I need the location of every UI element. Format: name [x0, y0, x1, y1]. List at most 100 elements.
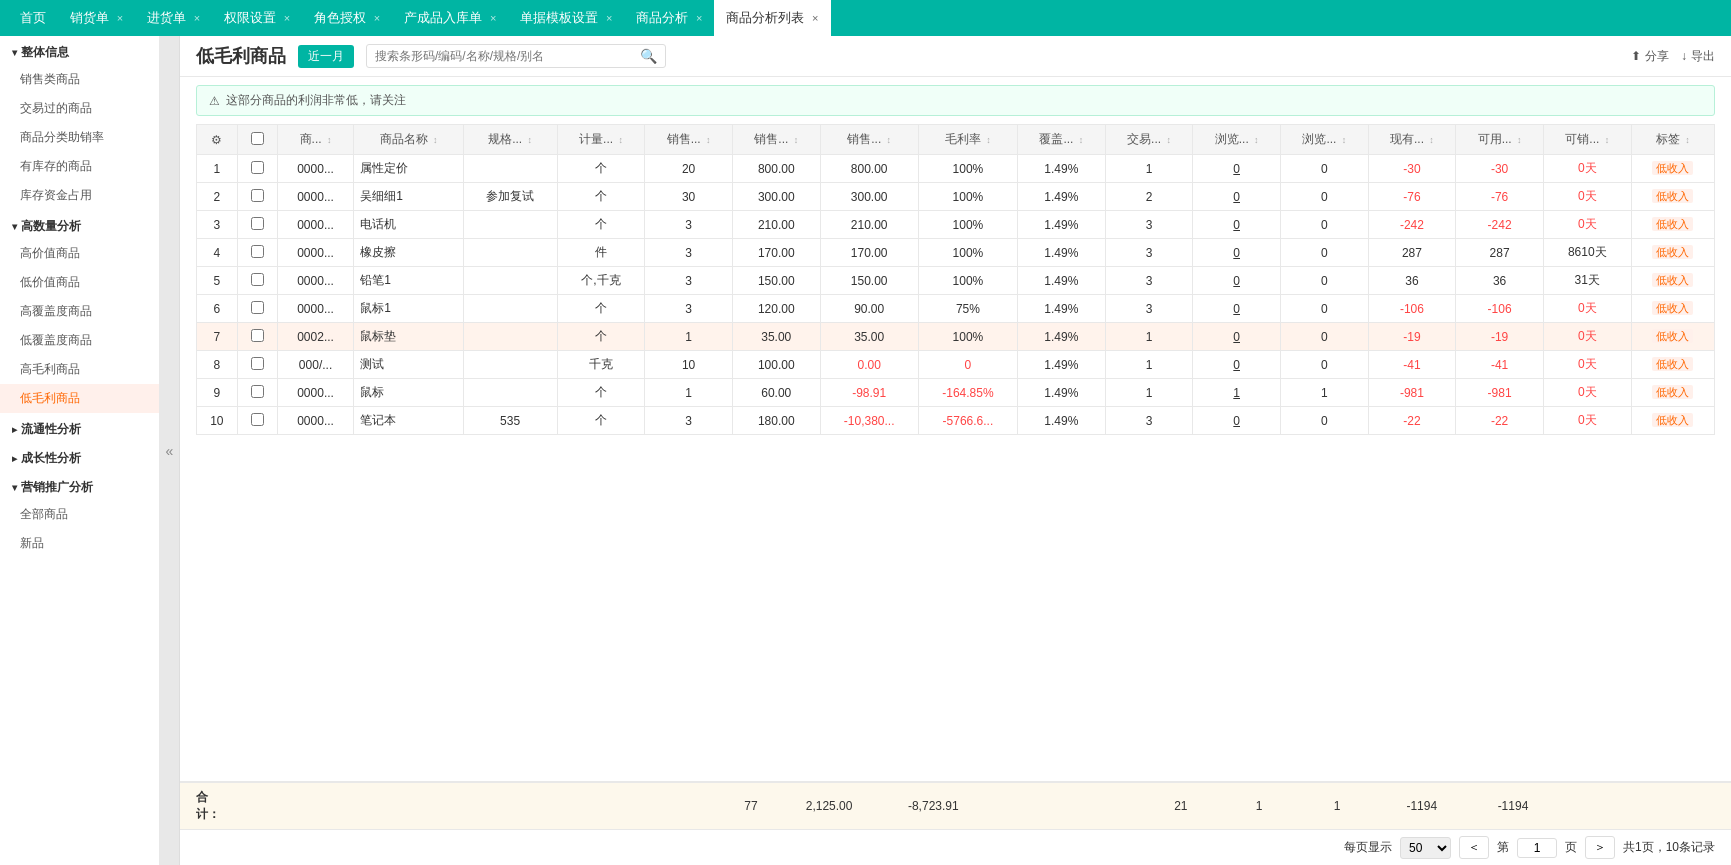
nav-item-permissions[interactable]: 权限设置 × — [212, 0, 302, 36]
page-size-select[interactable]: 50 100 200 — [1400, 837, 1451, 859]
cell-browse1[interactable]: 1 — [1193, 379, 1281, 407]
col-sellable[interactable]: 可销... ↕ — [1543, 125, 1631, 155]
row-checkbox[interactable] — [251, 385, 264, 398]
cell-checkbox[interactable] — [237, 239, 277, 267]
close-icon[interactable]: × — [812, 12, 818, 24]
sidebar-group-circulation[interactable]: ▸ 流通性分析 — [0, 413, 159, 442]
sidebar-group-overall[interactable]: ▾ 整体信息 — [0, 36, 159, 65]
nav-item-roles[interactable]: 角色授权 × — [302, 0, 392, 36]
page-number-input[interactable] — [1517, 838, 1557, 858]
cell-current-stock: -981 — [1368, 379, 1456, 407]
col-gross-margin[interactable]: 毛利率 ↕ — [918, 125, 1017, 155]
sidebar-item-in-stock[interactable]: 有库存的商品 — [0, 152, 159, 181]
col-spec[interactable]: 规格... ↕ — [463, 125, 557, 155]
cell-checkbox[interactable] — [237, 379, 277, 407]
col-current-stock[interactable]: 现有... ↕ — [1368, 125, 1456, 155]
row-checkbox[interactable] — [251, 357, 264, 370]
cell-browse1[interactable]: 0 — [1193, 267, 1281, 295]
page-label: 第 — [1497, 839, 1509, 856]
cell-browse1[interactable]: 0 — [1193, 295, 1281, 323]
nav-item-analysis-list[interactable]: 商品分析列表 × — [714, 0, 830, 36]
nav-item-purchase[interactable]: 进货单 × — [135, 0, 212, 36]
row-checkbox[interactable] — [251, 217, 264, 230]
sidebar-item-low-margin[interactable]: 低毛利商品 — [0, 384, 159, 413]
sidebar-item-high-coverage[interactable]: 高覆盖度商品 — [0, 297, 159, 326]
row-checkbox[interactable] — [251, 245, 264, 258]
cell-browse1[interactable]: 0 — [1193, 239, 1281, 267]
cell-checkbox[interactable] — [237, 323, 277, 351]
cell-sales-profit: 35.00 — [820, 323, 918, 351]
row-checkbox[interactable] — [251, 189, 264, 202]
col-sales-profit[interactable]: 销售... ↕ — [820, 125, 918, 155]
row-checkbox[interactable] — [251, 413, 264, 426]
sidebar-item-low-value[interactable]: 低价值商品 — [0, 268, 159, 297]
table-row: 5 0000... 铅笔1 个,千克 3 150.00 150.00 100% … — [197, 267, 1715, 295]
sidebar-group-growth[interactable]: ▸ 成长性分析 — [0, 442, 159, 471]
sidebar-item-new-products[interactable]: 新品 — [0, 529, 159, 558]
nav-item-home[interactable]: 首页 — [8, 0, 58, 36]
period-button[interactable]: 近一月 — [298, 45, 354, 68]
search-input[interactable] — [375, 49, 636, 63]
share-button[interactable]: ⬆ 分享 — [1631, 48, 1669, 65]
search-icon[interactable]: 🔍 — [640, 48, 657, 64]
nav-item-products[interactable]: 产成品入库单 × — [392, 0, 508, 36]
col-browse1[interactable]: 浏览... ↕ — [1193, 125, 1281, 155]
close-icon[interactable]: × — [374, 12, 380, 24]
cell-browse1[interactable]: 0 — [1193, 407, 1281, 435]
cell-checkbox[interactable] — [237, 351, 277, 379]
close-icon[interactable]: × — [696, 12, 702, 24]
prev-page-button[interactable]: ＜ — [1459, 836, 1489, 859]
sidebar-item-traded-products[interactable]: 交易过的商品 — [0, 94, 159, 123]
col-settings[interactable]: ⚙ — [197, 125, 238, 155]
col-coverage[interactable]: 覆盖... ↕ — [1018, 125, 1106, 155]
cell-checkbox[interactable] — [237, 267, 277, 295]
cell-checkbox[interactable] — [237, 295, 277, 323]
nav-item-templates[interactable]: 单据模板设置 × — [508, 0, 624, 36]
row-checkbox[interactable] — [251, 161, 264, 174]
close-icon[interactable]: × — [606, 12, 612, 24]
sidebar-item-capital[interactable]: 库存资金占用 — [0, 181, 159, 210]
sidebar-item-low-coverage[interactable]: 低覆盖度商品 — [0, 326, 159, 355]
sidebar-group-value-analysis[interactable]: ▾ 高数量分析 — [0, 210, 159, 239]
col-sales-price[interactable]: 销售... ↕ — [732, 125, 820, 155]
close-icon[interactable]: × — [284, 12, 290, 24]
cell-checkbox[interactable] — [237, 407, 277, 435]
col-sales-qty[interactable]: 销售... ↕ — [645, 125, 733, 155]
close-icon[interactable]: × — [117, 12, 123, 24]
sidebar-group-marketing[interactable]: ▾ 营销推广分析 — [0, 471, 159, 500]
cell-browse1[interactable]: 0 — [1193, 351, 1281, 379]
col-tag[interactable]: 标签 ↕ — [1631, 125, 1714, 155]
col-available[interactable]: 可用... ↕ — [1456, 125, 1544, 155]
cell-tag: 低收入 — [1631, 379, 1714, 407]
sidebar-item-sales-products[interactable]: 销售类商品 — [0, 65, 159, 94]
nav-item-sales[interactable]: 销货单 × — [58, 0, 135, 36]
cell-browse1[interactable]: 0 — [1193, 155, 1281, 183]
col-transaction[interactable]: 交易... ↕ — [1105, 125, 1193, 155]
export-button[interactable]: ↓ 导出 — [1681, 48, 1715, 65]
sidebar-item-high-margin[interactable]: 高毛利商品 — [0, 355, 159, 384]
col-code[interactable]: 商... ↕ — [277, 125, 354, 155]
row-checkbox[interactable] — [251, 301, 264, 314]
row-checkbox[interactable] — [251, 329, 264, 342]
sidebar-item-all-products[interactable]: 全部商品 — [0, 500, 159, 529]
cell-checkbox[interactable] — [237, 183, 277, 211]
select-all-checkbox[interactable] — [251, 132, 264, 145]
cell-tag: 低收入 — [1631, 183, 1714, 211]
next-page-button[interactable]: ＞ — [1585, 836, 1615, 859]
cell-browse1[interactable]: 0 — [1193, 183, 1281, 211]
cell-browse1[interactable]: 0 — [1193, 323, 1281, 351]
cell-checkbox[interactable] — [237, 211, 277, 239]
close-icon[interactable]: × — [490, 12, 496, 24]
sidebar-item-category-rate[interactable]: 商品分类助销率 — [0, 123, 159, 152]
cell-current-stock: 36 — [1368, 267, 1456, 295]
cell-browse1[interactable]: 0 — [1193, 211, 1281, 239]
col-browse2[interactable]: 浏览... ↕ — [1280, 125, 1368, 155]
row-checkbox[interactable] — [251, 273, 264, 286]
sidebar-collapse-btn[interactable]: « — [160, 36, 180, 865]
close-icon[interactable]: × — [194, 12, 200, 24]
nav-item-analysis[interactable]: 商品分析 × — [624, 0, 714, 36]
sidebar-item-high-value[interactable]: 高价值商品 — [0, 239, 159, 268]
col-name[interactable]: 商品名称 ↕ — [354, 125, 463, 155]
cell-checkbox[interactable] — [237, 155, 277, 183]
col-unit[interactable]: 计量... ↕ — [557, 125, 645, 155]
